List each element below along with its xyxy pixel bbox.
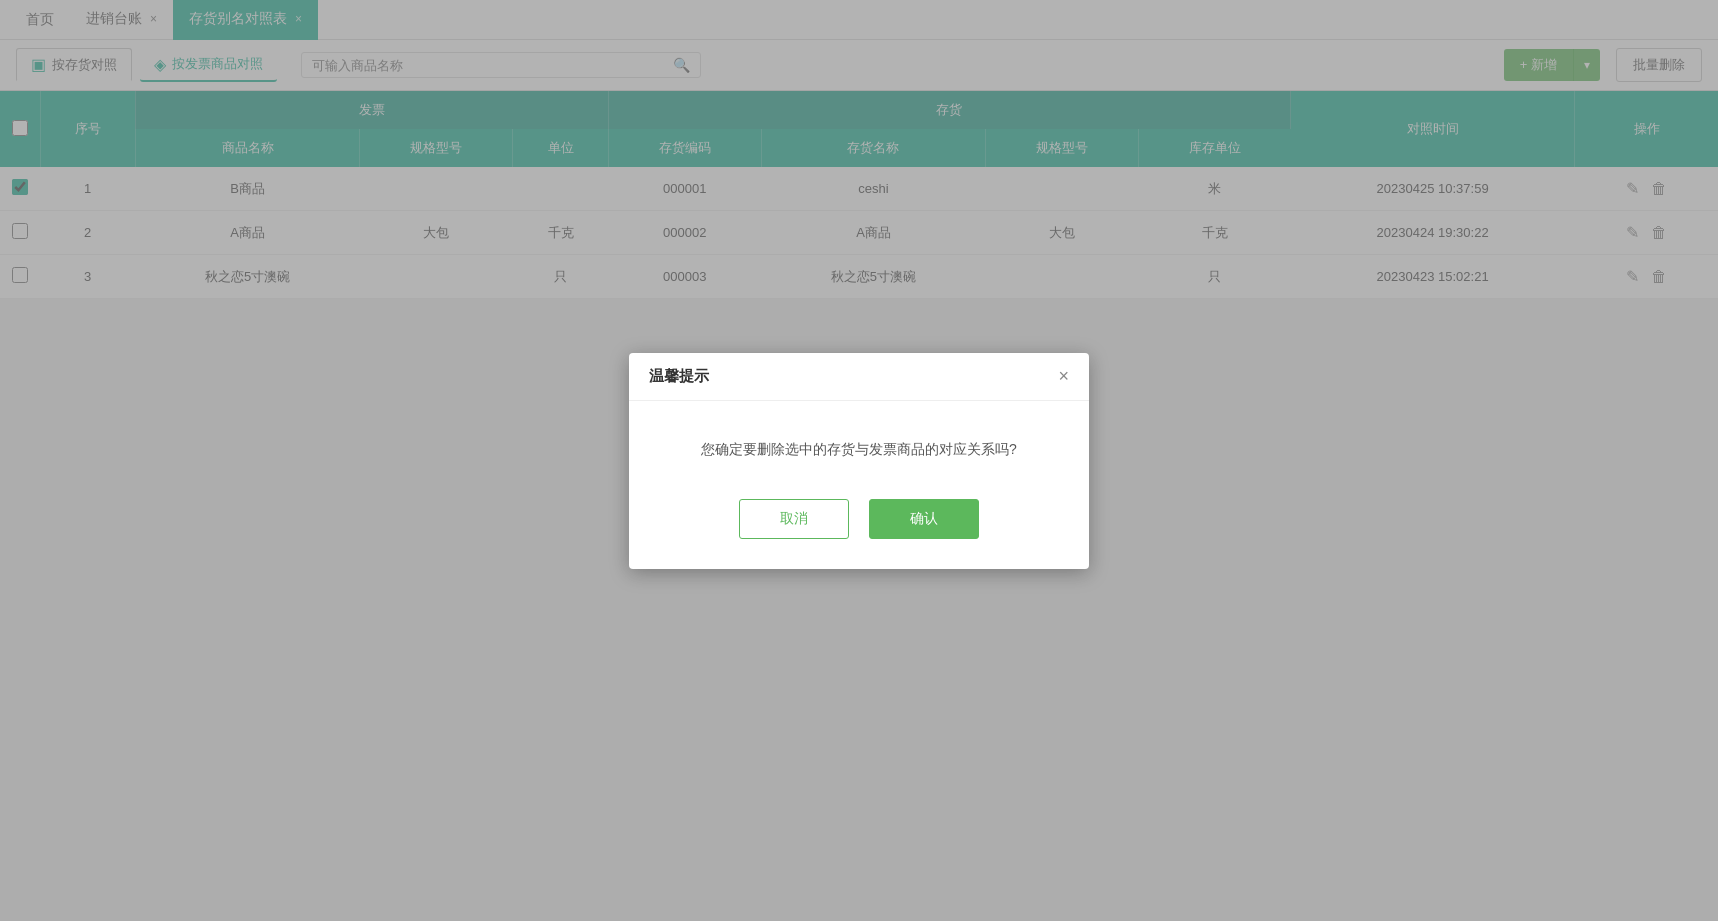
modal-overlay: 温馨提示 × 您确定要删除选中的存货与发票商品的对应关系吗? 取消 确认	[0, 0, 1718, 299]
